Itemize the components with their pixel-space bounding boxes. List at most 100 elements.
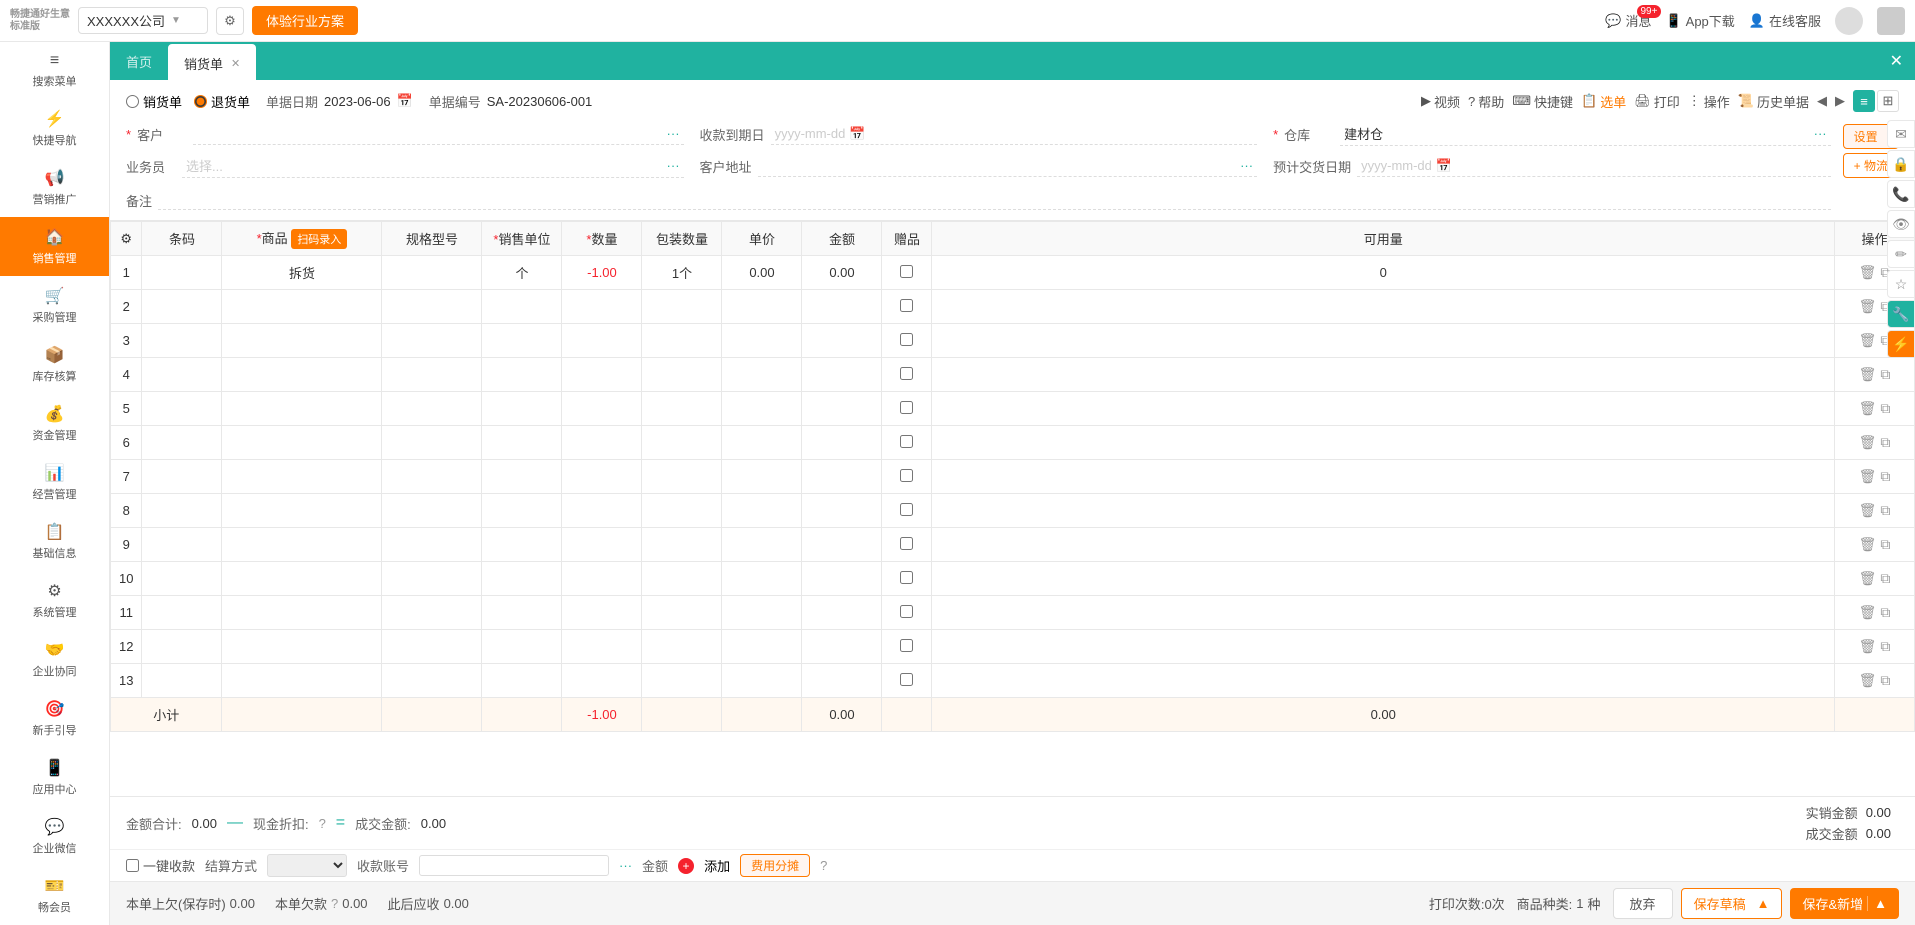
float-eye-icon[interactable]: 👁 <box>1887 210 1915 238</box>
cell-unit-price[interactable]: 0.00 <box>722 256 802 290</box>
copy-icon[interactable]: ⧉ <box>1880 502 1890 519</box>
float-message-icon[interactable]: ✉ <box>1887 120 1915 148</box>
copy-icon[interactable]: ⧉ <box>1880 672 1890 689</box>
delete-icon[interactable]: 🗑 <box>1859 536 1877 553</box>
cell-package-qty[interactable]: 1个 <box>642 256 722 290</box>
calendar-icon[interactable]: 📅 <box>397 93 413 109</box>
copy-icon[interactable]: ⧉ <box>1880 366 1890 383</box>
sidebar-item-marketing[interactable]: 📢 营销推广 <box>0 158 109 217</box>
delete-icon[interactable]: 🗑 <box>1859 604 1877 621</box>
warehouse-input[interactable]: 建材仓 ··· <box>1340 122 1830 146</box>
save-new-arrow[interactable]: ▲ <box>1867 896 1887 911</box>
deficit-question-icon[interactable]: ? <box>331 896 338 911</box>
abandon-button[interactable]: 放弃 <box>1613 888 1673 919</box>
settlement-method-select[interactable] <box>267 854 347 877</box>
copy-icon[interactable]: ⧉ <box>1880 536 1890 553</box>
account-dots[interactable]: ··· <box>619 858 632 873</box>
sidebar-item-basic-info[interactable]: 📋 基础信息 <box>0 512 109 571</box>
col-settings[interactable]: ⚙ <box>111 222 142 256</box>
copy-icon[interactable]: ⧉ <box>1880 638 1890 655</box>
delete-icon[interactable]: 🗑 <box>1859 570 1877 587</box>
cell-quantity[interactable]: -1.00 <box>562 256 642 290</box>
scan-button[interactable]: 扫码录入 <box>291 229 347 249</box>
tab-sales-order[interactable]: 销货单 ✕ <box>168 44 256 82</box>
tab-home[interactable]: 首页 <box>110 42 168 80</box>
one-click-payment[interactable]: 一键收款 <box>126 856 195 875</box>
toolbar-history[interactable]: 📜 历史单据 <box>1738 92 1809 111</box>
float-edit-icon[interactable]: ✏ <box>1887 240 1915 268</box>
question-mark-icon[interactable]: ? <box>319 816 326 831</box>
delete-icon[interactable]: 🗑 <box>1859 468 1877 485</box>
trial-button[interactable]: 体验行业方案 <box>252 6 358 35</box>
delete-icon[interactable]: 🗑 <box>1859 366 1877 383</box>
cell-product[interactable]: 拆货 <box>222 256 382 290</box>
nav-prev-icon[interactable]: ◀ <box>1817 93 1827 109</box>
sidebar-item-quick-nav[interactable]: ⚡ 快捷导航 <box>0 99 109 158</box>
delete-icon[interactable]: 🗑 <box>1859 332 1877 349</box>
toolbar-help[interactable]: ? 帮助 <box>1468 92 1504 111</box>
toolbar-operation[interactable]: ⋮ 操作 <box>1688 92 1730 111</box>
notes-input[interactable] <box>158 190 1831 210</box>
sidebar-item-purchase[interactable]: 🛒 采购管理 <box>0 276 109 335</box>
salesman-input[interactable]: 选择... ··· <box>182 154 684 178</box>
company-selector[interactable]: XXXXXX公司 ▼ <box>78 7 208 34</box>
sidebar-item-system[interactable]: ⚙ 系统管理 <box>0 571 109 630</box>
sidebar-item-inventory[interactable]: 📦 库存核算 <box>0 335 109 394</box>
online-service-button[interactable]: 👤 在线客服 <box>1749 11 1821 30</box>
toolbar-video[interactable]: ▶ 视频 <box>1421 92 1460 111</box>
copy-icon[interactable]: ⧉ <box>1880 570 1890 587</box>
sidebar-item-weixin[interactable]: 💬 企业微信 <box>0 807 109 866</box>
float-lock-icon[interactable]: 🔒 <box>1887 150 1915 178</box>
sidebar-item-search[interactable]: ≡ 搜索菜单 <box>0 42 109 99</box>
receipt-date-input[interactable]: yyyy-mm-dd 📅 <box>771 123 1258 145</box>
message-button[interactable]: 💬 消息 99+ <box>1605 11 1651 30</box>
tab-close-icon[interactable]: ✕ <box>231 57 240 70</box>
toolbar-select[interactable]: 📋 选单 <box>1581 92 1626 111</box>
cell-gift[interactable] <box>882 256 932 290</box>
tab-bar-close-icon[interactable]: ✕ <box>1878 51 1915 71</box>
sidebar-item-sales[interactable]: 🏠 销售管理 <box>0 217 109 276</box>
float-star-icon[interactable]: ☆ <box>1887 270 1915 298</box>
sidebar-item-guide[interactable]: 🎯 新手引导 <box>0 689 109 748</box>
customer-input[interactable]: ··· <box>193 123 683 145</box>
add-button[interactable]: + <box>678 858 694 874</box>
copy-icon[interactable]: ⧉ <box>1880 604 1890 621</box>
avatar2[interactable] <box>1877 7 1905 35</box>
sidebar-item-enterprise[interactable]: 🤝 企业协同 <box>0 630 109 689</box>
save-new-button[interactable]: 保存&新增 ▲ <box>1790 888 1899 919</box>
fee-split-button[interactable]: 费用分摊 <box>740 854 810 877</box>
delete-icon[interactable]: 🗑 <box>1859 434 1877 451</box>
copy-icon[interactable]: ⧉ <box>1880 468 1890 485</box>
float-phone-icon[interactable]: 📞 <box>1887 180 1915 208</box>
copy-icon[interactable]: ⧉ <box>1880 400 1890 417</box>
delete-icon[interactable]: 🗑 <box>1859 672 1877 689</box>
delete-icon[interactable]: 🗑 <box>1859 298 1877 315</box>
toolbar-shortcut[interactable]: ⌨ 快捷键 <box>1512 92 1573 111</box>
layout-grid-icon[interactable]: ⊞ <box>1877 90 1899 112</box>
sidebar-item-member[interactable]: 🎫 畅会员 <box>0 866 109 925</box>
delete-icon[interactable]: 🗑 <box>1859 264 1877 281</box>
float-tool-icon[interactable]: 🔧 <box>1887 300 1915 328</box>
app-download-button[interactable]: 📱 App下载 <box>1665 11 1734 30</box>
nav-next-icon[interactable]: ▶ <box>1835 93 1845 109</box>
copy-icon[interactable]: ⧉ <box>1880 434 1890 451</box>
cell-spec[interactable] <box>382 256 482 290</box>
save-draft-button[interactable]: 保存草稿 ▲ <box>1681 888 1783 919</box>
layout-list-icon[interactable]: ≡ <box>1853 90 1875 112</box>
cell-amount[interactable]: 0.00 <box>802 256 882 290</box>
fee-question-icon[interactable]: ? <box>820 858 827 873</box>
expected-delivery-input[interactable]: yyyy-mm-dd 📅 <box>1357 155 1831 177</box>
sidebar-item-app-center[interactable]: 📱 应用中心 <box>0 748 109 807</box>
radio-return[interactable]: 退货单 <box>194 92 250 111</box>
delete-icon[interactable]: 🗑 <box>1859 502 1877 519</box>
sidebar-item-operation[interactable]: 📊 经营管理 <box>0 453 109 512</box>
customer-address-input[interactable]: ··· <box>758 155 1258 177</box>
delete-icon[interactable]: 🗑 <box>1859 400 1877 417</box>
delete-icon[interactable]: 🗑 <box>1859 638 1877 655</box>
account-number-input[interactable] <box>419 855 609 876</box>
float-alert-icon[interactable]: ⚡ <box>1887 330 1915 358</box>
avatar[interactable] <box>1835 7 1863 35</box>
settings-icon[interactable]: ⚙ <box>216 7 244 35</box>
cell-barcode[interactable] <box>142 256 222 290</box>
save-draft-arrow[interactable]: ▲ <box>1750 896 1770 911</box>
